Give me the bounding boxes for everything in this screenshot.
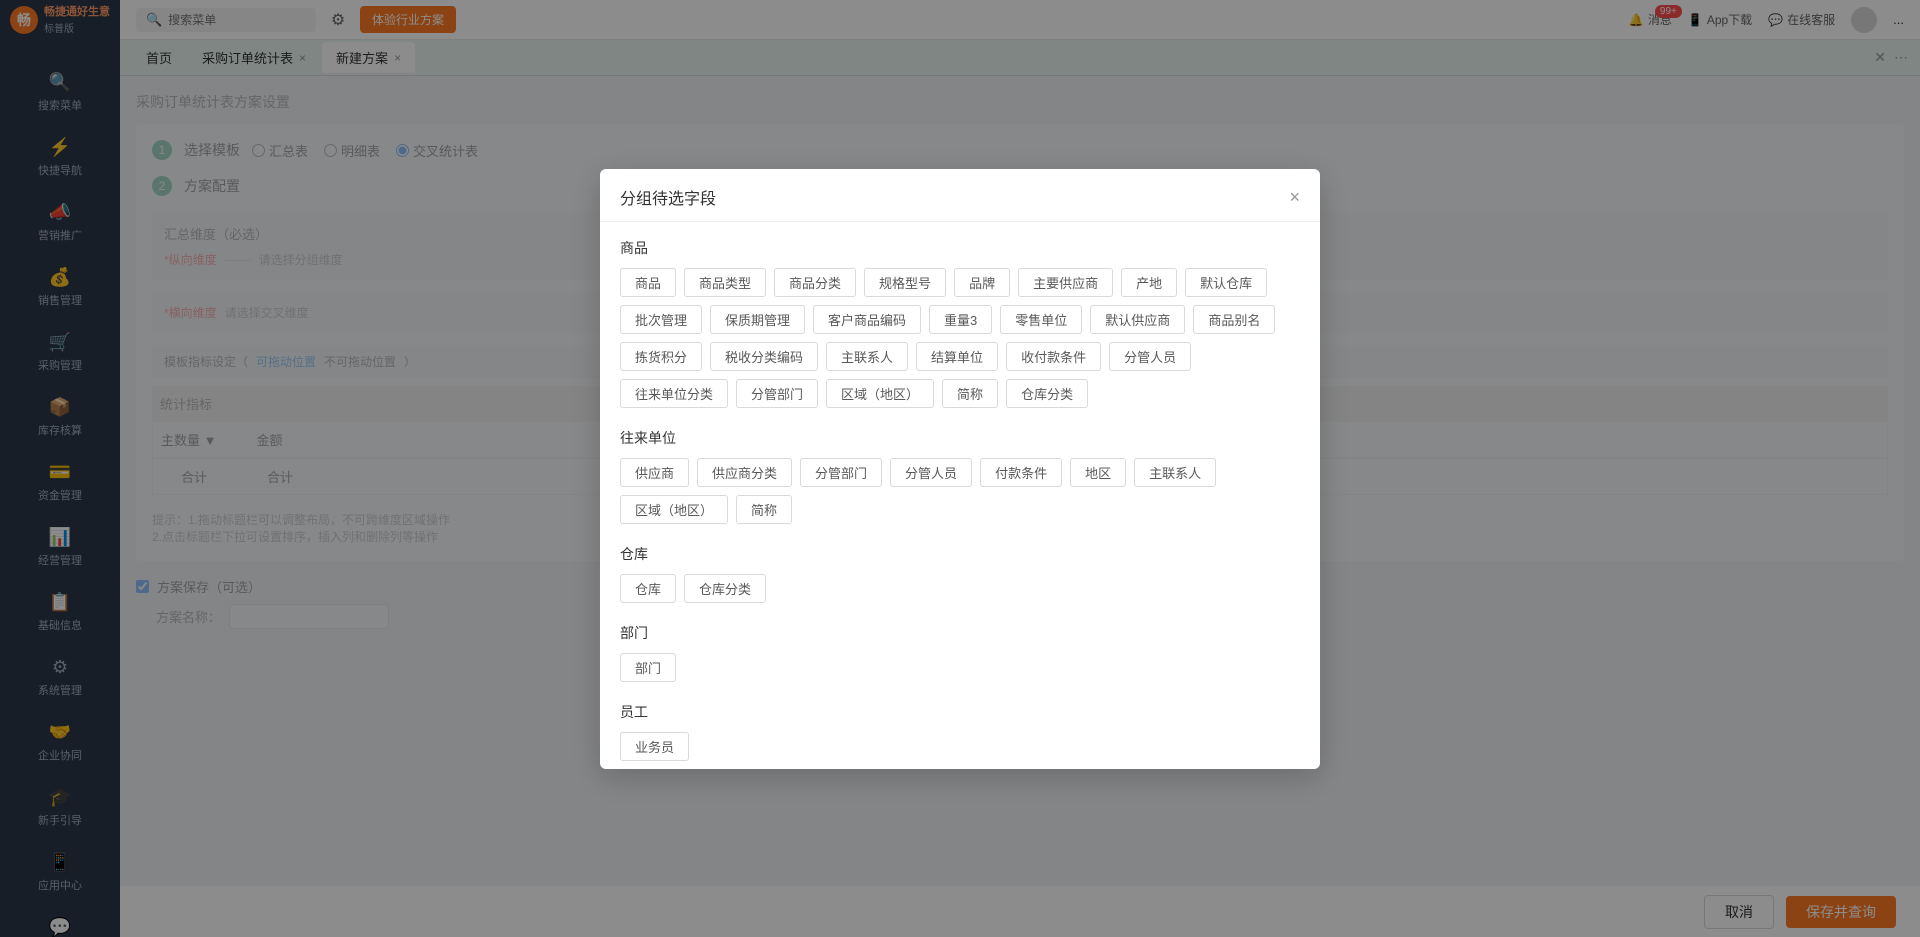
modal-title: 分组待选字段: [620, 185, 716, 209]
field-grid-partner: 供应商供应商分类分管部门分管人员付款条件地区主联系人区域（地区） 简称: [620, 458, 1300, 524]
field-tag-goods-18[interactable]: 结算单位: [916, 342, 998, 371]
section-partner: 往来单位供应商供应商分类分管部门分管人员付款条件地区主联系人区域（地区） 简称: [620, 428, 1300, 524]
field-tag-partner-2[interactable]: 分管部门: [800, 458, 882, 487]
field-tag-goods-15[interactable]: 拣货积分: [620, 342, 702, 371]
field-tag-partner-6[interactable]: 主联系人: [1134, 458, 1216, 487]
section-title-partner: 往来单位: [620, 428, 1300, 448]
field-tag-goods-23[interactable]: 区域（地区）: [826, 379, 934, 408]
field-tag-goods-11[interactable]: 重量3: [929, 305, 992, 334]
field-tag-goods-12[interactable]: 零售单位: [1000, 305, 1082, 334]
field-tag-partner-5[interactable]: 地区: [1070, 458, 1126, 487]
field-tag-goods-21[interactable]: 往来单位分类: [620, 379, 728, 408]
field-tag-goods-5[interactable]: 主要供应商: [1018, 268, 1113, 297]
field-tag-warehouse-0[interactable]: 仓库: [620, 574, 676, 603]
field-tag-goods-22[interactable]: 分管部门: [736, 379, 818, 408]
field-grid-warehouse: 仓库仓库分类: [620, 574, 1300, 603]
section-title-employee: 员工: [620, 702, 1300, 722]
field-select-modal: 分组待选字段 × 商品商品商品类型商品分类规格型号品牌主要供应商产地默认仓库批次…: [600, 169, 1320, 769]
field-tag-goods-6[interactable]: 产地: [1121, 268, 1177, 297]
section-warehouse: 仓库仓库仓库分类: [620, 544, 1300, 603]
field-tag-partner-7[interactable]: 区域（地区）: [620, 495, 728, 524]
field-tag-partner-1[interactable]: 供应商分类: [697, 458, 792, 487]
section-goods: 商品商品商品类型商品分类规格型号品牌主要供应商产地默认仓库批次管理保质期管理客户…: [620, 238, 1300, 408]
field-tag-employee-0[interactable]: 业务员: [620, 732, 689, 761]
field-tag-goods-25[interactable]: 仓库分类: [1006, 379, 1088, 408]
field-tag-goods-19[interactable]: 收付款条件: [1006, 342, 1101, 371]
field-tag-goods-17[interactable]: 主联系人: [826, 342, 908, 371]
modal-body: 商品商品商品类型商品分类规格型号品牌主要供应商产地默认仓库批次管理保质期管理客户…: [600, 222, 1320, 769]
modal-overlay: 分组待选字段 × 商品商品商品类型商品分类规格型号品牌主要供应商产地默认仓库批次…: [0, 0, 1920, 937]
modal-header: 分组待选字段 ×: [600, 169, 1320, 222]
field-tag-goods-0[interactable]: 商品: [620, 268, 676, 297]
field-tag-goods-9[interactable]: 保质期管理: [710, 305, 805, 334]
field-tag-goods-8[interactable]: 批次管理: [620, 305, 702, 334]
field-tag-goods-7[interactable]: 默认仓库: [1185, 268, 1267, 297]
field-tag-warehouse-1[interactable]: 仓库分类: [684, 574, 766, 603]
field-tag-goods-16[interactable]: 税收分类编码: [710, 342, 818, 371]
field-tag-goods-24[interactable]: 简称: [942, 379, 998, 408]
section-title-warehouse: 仓库: [620, 544, 1300, 564]
field-tag-goods-3[interactable]: 规格型号: [864, 268, 946, 297]
field-tag-goods-2[interactable]: 商品分类: [774, 268, 856, 297]
section-title-goods: 商品: [620, 238, 1300, 258]
field-tag-goods-10[interactable]: 客户商品编码: [813, 305, 921, 334]
modal-close-button[interactable]: ×: [1289, 188, 1300, 206]
field-tag-goods-13[interactable]: 默认供应商: [1090, 305, 1185, 334]
field-grid-goods: 商品商品类型商品分类规格型号品牌主要供应商产地默认仓库批次管理保质期管理客户商品…: [620, 268, 1300, 408]
field-tag-partner-3[interactable]: 分管人员: [890, 458, 972, 487]
field-tag-goods-14[interactable]: 商品别名: [1193, 305, 1275, 334]
section-employee: 员工业务员: [620, 702, 1300, 761]
field-tag-goods-4[interactable]: 品牌: [954, 268, 1010, 297]
field-tag-department-0[interactable]: 部门: [620, 653, 676, 682]
field-tag-goods-1[interactable]: 商品类型: [684, 268, 766, 297]
field-tag-partner-0[interactable]: 供应商: [620, 458, 689, 487]
field-grid-employee: 业务员: [620, 732, 1300, 761]
section-department: 部门部门: [620, 623, 1300, 682]
field-tag-partner-4[interactable]: 付款条件: [980, 458, 1062, 487]
field-tag-goods-20[interactable]: 分管人员: [1109, 342, 1191, 371]
field-tag-partner-8[interactable]: 简称: [736, 495, 792, 524]
field-grid-department: 部门: [620, 653, 1300, 682]
section-title-department: 部门: [620, 623, 1300, 643]
